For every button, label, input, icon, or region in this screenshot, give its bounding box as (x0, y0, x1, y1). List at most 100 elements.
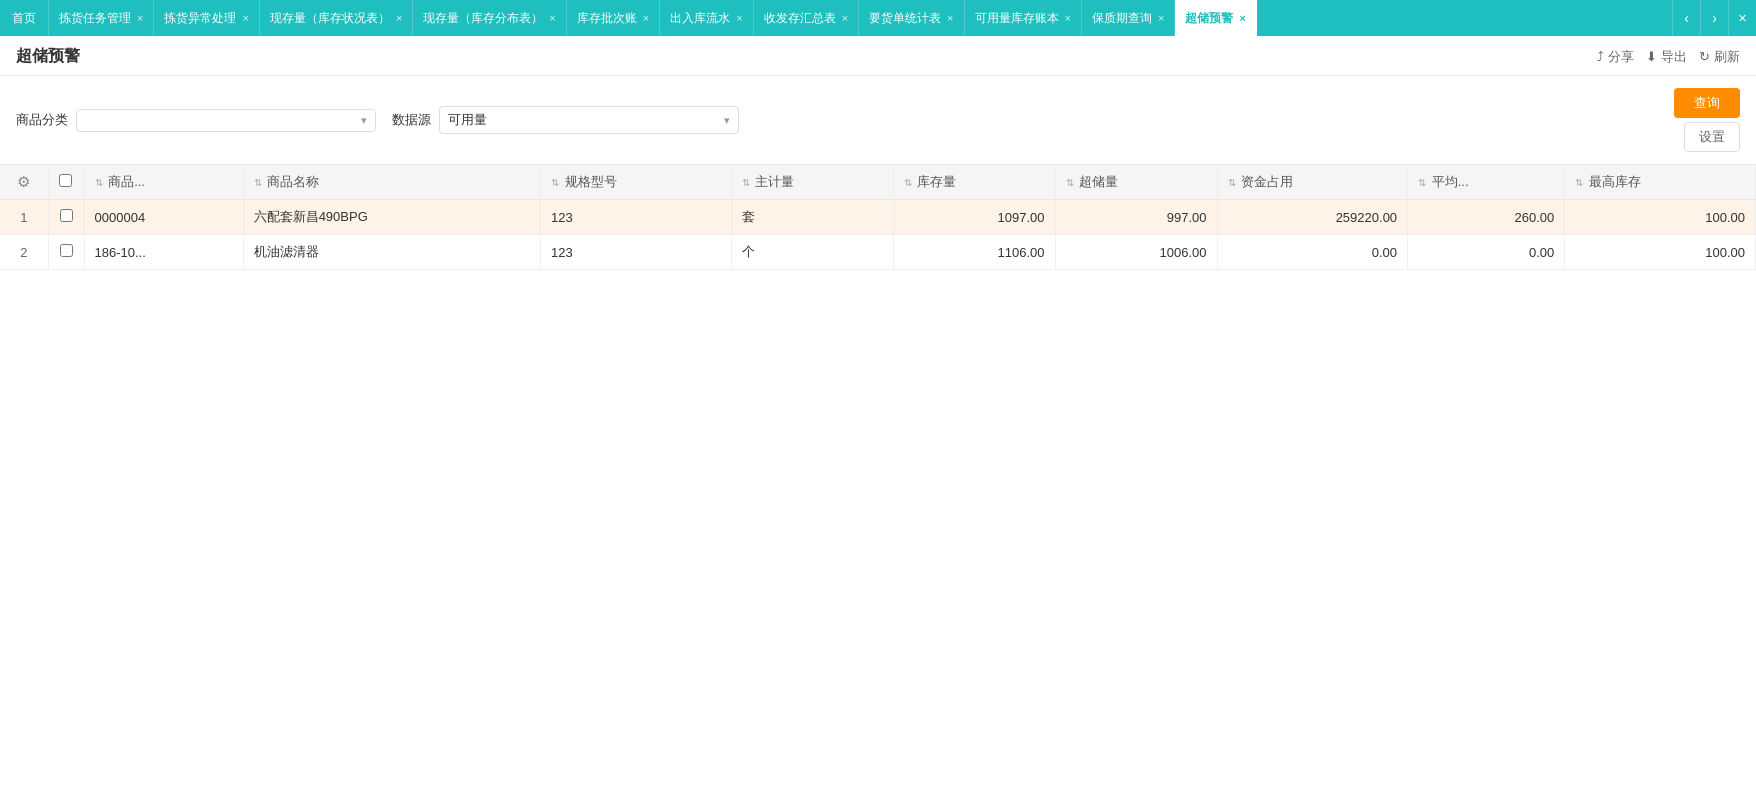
nav-tab-2[interactable]: 现存量（库存状况表） × (260, 0, 413, 36)
export-icon: ⬇ (1646, 49, 1657, 64)
th-spec[interactable]: ⇅ 规格型号 (540, 165, 731, 200)
nav-tab-4[interactable]: 库存批次账 × (567, 0, 660, 36)
nav-tab-9[interactable]: 保质期查询 × (1082, 0, 1175, 36)
data-table: ⚙ ⇅ 商品... ⇅ 商品名称 ⇅ 规格型号 ⇅ (0, 164, 1756, 270)
nav-tab-close-5[interactable]: × (736, 12, 742, 24)
refresh-button[interactable]: ↻ 刷新 (1699, 48, 1740, 66)
chevron-down-icon: ▾ (361, 114, 367, 127)
sort-icon-overstock: ⇅ (1066, 177, 1074, 188)
th-stock[interactable]: ⇅ 库存量 (893, 165, 1055, 200)
cell-spec-0: 123 (540, 200, 731, 235)
nav-tab-6[interactable]: 收发存汇总表 × (754, 0, 859, 36)
nav-tab-5[interactable]: 出入库流水 × (660, 0, 753, 36)
cell-max-stock-1: 100.00 (1565, 235, 1756, 270)
cell-checkbox-0[interactable] (48, 200, 84, 235)
cell-product-code-1: 186-10... (84, 235, 243, 270)
th-stock-label: 库存量 (917, 174, 956, 189)
th-avg-label: 平均... (1432, 174, 1469, 189)
export-button[interactable]: ⬇ 导出 (1646, 48, 1687, 66)
export-label: 导出 (1661, 48, 1687, 66)
nav-tab-close-0[interactable]: × (137, 12, 143, 24)
nav-tab-label-10: 超储预警 (1185, 10, 1233, 27)
th-settings[interactable]: ⚙ (0, 165, 48, 200)
nav-tab-0[interactable]: 拣货任务管理 × (49, 0, 154, 36)
cell-index-0: 1 (0, 200, 48, 235)
share-button[interactable]: ⤴ 分享 (1597, 48, 1634, 66)
category-filter-group: 商品分类 ▾ (16, 109, 376, 132)
top-nav: 首页 拣货任务管理 × 拣货异常处理 × 现存量（库存状况表） × 现存量（库存… (0, 0, 1756, 36)
sort-icon-product-name: ⇅ (254, 177, 262, 188)
nav-tab-close-9[interactable]: × (1158, 12, 1164, 24)
chevron-down-icon-2: ▾ (724, 114, 730, 127)
select-all-checkbox[interactable] (59, 174, 72, 187)
cell-overstock-0: 997.00 (1055, 200, 1217, 235)
th-spec-label: 规格型号 (565, 174, 617, 189)
nav-tab-label-6: 收发存汇总表 (764, 10, 836, 27)
row-checkbox-1[interactable] (60, 244, 73, 257)
cell-unit-0: 套 (731, 200, 893, 235)
refresh-icon: ↻ (1699, 49, 1710, 64)
page-title: 超储预警 (16, 46, 80, 67)
nav-tab-label-7: 要货单统计表 (869, 10, 941, 27)
th-unit-label: 主计量 (755, 174, 794, 189)
th-capital[interactable]: ⇅ 资金占用 (1217, 165, 1408, 200)
th-product-code[interactable]: ⇅ 商品... (84, 165, 243, 200)
cell-stock-0: 1097.00 (893, 200, 1055, 235)
cell-capital-0: 259220.00 (1217, 200, 1408, 235)
nav-home[interactable]: 首页 (0, 0, 49, 36)
nav-tab-label-5: 出入库流水 (670, 10, 730, 27)
datasource-select[interactable]: 可用量 ▾ (439, 106, 739, 134)
refresh-label: 刷新 (1714, 48, 1740, 66)
nav-arrow-right[interactable]: › (1700, 0, 1728, 36)
nav-tab-label-1: 拣货异常处理 (164, 10, 236, 27)
sort-icon-stock: ⇅ (904, 177, 912, 188)
nav-tab-7[interactable]: 要货单统计表 × (859, 0, 964, 36)
th-capital-label: 资金占用 (1241, 174, 1293, 189)
nav-tab-label-2: 现存量（库存状况表） (270, 10, 390, 27)
th-unit[interactable]: ⇅ 主计量 (731, 165, 893, 200)
nav-tab-close-3[interactable]: × (549, 12, 555, 24)
nav-tab-label-9: 保质期查询 (1092, 10, 1152, 27)
nav-tab-close-1[interactable]: × (242, 12, 248, 24)
cell-checkbox-1[interactable] (48, 235, 84, 270)
cell-spec-1: 123 (540, 235, 731, 270)
nav-tab-close-2[interactable]: × (396, 12, 402, 24)
nav-arrow-left[interactable]: ‹ (1672, 0, 1700, 36)
nav-tab-close-10[interactable]: × (1239, 12, 1245, 24)
th-overstock[interactable]: ⇅ 超储量 (1055, 165, 1217, 200)
header-actions: ⤴ 分享 ⬇ 导出 ↻ 刷新 (1597, 48, 1740, 66)
gear-icon[interactable]: ⚙ (17, 173, 30, 190)
nav-tab-3[interactable]: 现存量（库存分布表） × (413, 0, 566, 36)
th-avg[interactable]: ⇅ 平均... (1408, 165, 1565, 200)
nav-tab-close-8[interactable]: × (1065, 12, 1071, 24)
query-button[interactable]: 查询 (1674, 88, 1740, 118)
sort-icon-product-code: ⇅ (95, 177, 103, 188)
category-filter-label: 商品分类 (16, 111, 68, 129)
table-body: 1 0000004 六配套新昌490BPG 123 套 1097.00 997.… (0, 200, 1756, 270)
nav-tab-1[interactable]: 拣货异常处理 × (154, 0, 259, 36)
nav-tab-10[interactable]: 超储预警 × (1175, 0, 1256, 36)
datasource-filter-label: 数据源 (392, 111, 431, 129)
th-product-name[interactable]: ⇅ 商品名称 (243, 165, 540, 200)
th-max-stock[interactable]: ⇅ 最高库存 (1565, 165, 1756, 200)
nav-tab-close-4[interactable]: × (643, 12, 649, 24)
th-max-stock-label: 最高库存 (1589, 174, 1641, 189)
nav-arrows: ‹ › × (1672, 0, 1756, 36)
datasource-select-value: 可用量 (448, 111, 487, 129)
settings-button[interactable]: 设置 (1684, 122, 1740, 152)
share-label: 分享 (1608, 48, 1634, 66)
nav-tab-close-7[interactable]: × (947, 12, 953, 24)
cell-product-name-0: 六配套新昌490BPG (243, 200, 540, 235)
row-checkbox-0[interactable] (60, 209, 73, 222)
th-checkbox (48, 165, 84, 200)
cell-avg-1: 0.00 (1408, 235, 1565, 270)
nav-tab-close-6[interactable]: × (842, 12, 848, 24)
category-select[interactable]: ▾ (76, 109, 376, 132)
page-header: 超储预警 ⤴ 分享 ⬇ 导出 ↻ 刷新 (0, 36, 1756, 76)
th-product-name-label: 商品名称 (267, 174, 319, 189)
nav-arrow-close[interactable]: × (1728, 0, 1756, 36)
nav-tab-8[interactable]: 可用量库存账本 × (965, 0, 1082, 36)
cell-capital-1: 0.00 (1217, 235, 1408, 270)
table-row: 1 0000004 六配套新昌490BPG 123 套 1097.00 997.… (0, 200, 1756, 235)
cell-index-1: 2 (0, 235, 48, 270)
